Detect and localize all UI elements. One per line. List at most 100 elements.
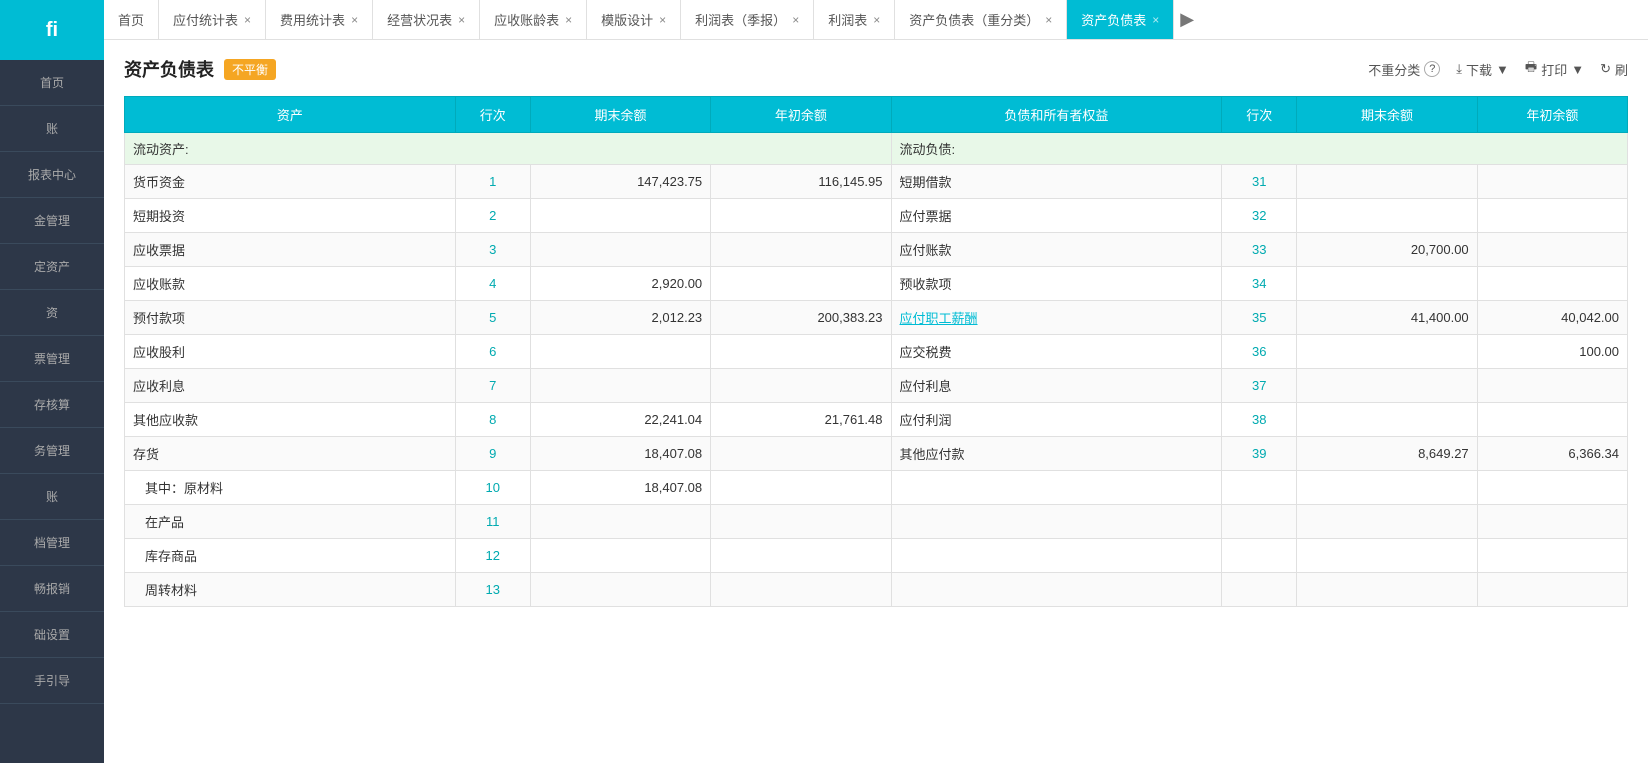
left-start-balance: 21,761.48 (711, 403, 891, 437)
refresh-icon: ↻ (1600, 61, 1611, 77)
page-header: 资产负债表 不平衡 不重分类 ? ⤓ 下载 ▼ 🖶 打印 ▼ (124, 56, 1628, 82)
right-item-name: 短期借款 (891, 165, 1222, 199)
left-row-num: 5 (455, 301, 530, 335)
sidebar-item-fixed-assets[interactable]: 定资产 (0, 244, 104, 290)
sidebar-item-home[interactable]: 首页 (0, 60, 104, 106)
tab-close-receivable-age[interactable]: × (565, 13, 572, 27)
header-liability: 负债和所有者权益 (891, 97, 1222, 133)
table-row: 其中：原材料 10 18,407.08 (125, 471, 1628, 505)
page-title: 资产负债表 (124, 56, 214, 82)
left-row-num: 3 (455, 233, 530, 267)
tab-close-profit[interactable]: × (873, 13, 880, 27)
tab-home[interactable]: 首页 (104, 0, 159, 40)
tab-receivable-age[interactable]: 应收账龄表 × (480, 0, 587, 40)
right-end-balance (1297, 403, 1477, 437)
header-end-balance-right: 期末余额 (1297, 97, 1477, 133)
left-item-name: 应收账款 (125, 267, 456, 301)
right-end-balance: 41,400.00 (1297, 301, 1477, 335)
sidebar-item-invoice-mgmt[interactable]: 票管理 (0, 336, 104, 382)
left-end-balance (530, 369, 710, 403)
print-chevron-icon: ▼ (1571, 62, 1584, 77)
download-icon: ⤓ (1456, 61, 1462, 77)
left-end-balance: 18,407.08 (530, 437, 710, 471)
left-start-balance (711, 335, 891, 369)
table-row: 预付款项 5 2,012.23 200,383.23 应付职工薪酬 35 41,… (125, 301, 1628, 335)
left-row-num: 4 (455, 267, 530, 301)
tab-balance[interactable]: 资产负债表 × (1067, 0, 1174, 40)
left-end-balance (530, 573, 710, 607)
tab-payable-stat[interactable]: 应付统计表 × (159, 0, 266, 40)
download-chevron-icon: ▼ (1496, 62, 1509, 77)
right-item-name: 应付账款 (891, 233, 1222, 267)
right-start-balance (1477, 573, 1627, 607)
table-row: 库存商品 12 (125, 539, 1628, 573)
refresh-button[interactable]: ↻ 刷 (1600, 60, 1628, 79)
no-reclassify-label[interactable]: 不重分类 ? (1368, 60, 1440, 79)
right-item-name: 应付职工薪酬 (891, 301, 1222, 335)
right-row-num: 31 (1222, 165, 1297, 199)
tab-operation[interactable]: 经营状况表 × (373, 0, 480, 40)
right-end-balance (1297, 573, 1477, 607)
table-row: 货币资金 1 147,423.75 116,145.95 短期借款 31 (125, 165, 1628, 199)
left-item-name: 预付款项 (125, 301, 456, 335)
tab-close-template[interactable]: × (659, 13, 666, 27)
right-row-num: 32 (1222, 199, 1297, 233)
left-row-num: 9 (455, 437, 530, 471)
left-end-balance (530, 335, 710, 369)
sidebar-item-resource[interactable]: 资 (0, 290, 104, 336)
sidebar-item-report-center[interactable]: 报表中心 (0, 152, 104, 198)
right-end-balance (1297, 471, 1477, 505)
tab-close-balance[interactable]: × (1152, 13, 1159, 27)
right-row-num (1222, 573, 1297, 607)
balance-sheet-table: 资产 行次 期末余额 年初余额 负债和所有者权益 行次 期末余额 年初余额 流动… (124, 96, 1628, 607)
right-end-balance (1297, 165, 1477, 199)
right-row-num (1222, 471, 1297, 505)
page-actions: 不重分类 ? ⤓ 下载 ▼ 🖶 打印 ▼ ↻ 刷 (1368, 58, 1628, 80)
right-end-balance (1297, 369, 1477, 403)
unbalanced-badge: 不平衡 (224, 59, 276, 80)
category-row: 流动资产: 流动负债: (125, 133, 1628, 165)
right-start-balance (1477, 165, 1627, 199)
tab-close-payable-stat[interactable]: × (244, 13, 251, 27)
sidebar-item-guide[interactable]: 手引导 (0, 658, 104, 704)
right-row-num: 35 (1222, 301, 1297, 335)
sidebar-item-inventory-calc[interactable]: 存核算 (0, 382, 104, 428)
right-start-balance (1477, 539, 1627, 573)
tab-balance-reclassify[interactable]: 资产负债表（重分类） × (895, 0, 1067, 40)
tab-close-operation[interactable]: × (458, 13, 465, 27)
sidebar-item-account[interactable]: 账 (0, 106, 104, 152)
right-item-name (891, 573, 1222, 607)
tab-close-expense-stat[interactable]: × (351, 13, 358, 27)
sidebar-item-tax-mgmt[interactable]: 务管理 (0, 428, 104, 474)
left-item-name: 周转材料 (125, 573, 456, 607)
tab-scroll-right-icon[interactable]: ▶ (1174, 9, 1200, 30)
right-start-balance: 40,042.00 (1477, 301, 1627, 335)
left-item-name: 货币资金 (125, 165, 456, 199)
left-end-balance: 2,920.00 (530, 267, 710, 301)
left-row-num: 7 (455, 369, 530, 403)
left-start-balance (711, 369, 891, 403)
tab-close-balance-reclassify[interactable]: × (1045, 13, 1052, 27)
help-icon[interactable]: ? (1424, 61, 1440, 77)
tab-profit[interactable]: 利润表 × (814, 0, 895, 40)
sidebar-item-fund-mgmt[interactable]: 金管理 (0, 198, 104, 244)
left-item-name: 其他应收款 (125, 403, 456, 437)
left-start-balance: 116,145.95 (711, 165, 891, 199)
right-category-label: 流动负债: (891, 133, 1627, 165)
table-row: 应收利息 7 应付利息 37 (125, 369, 1628, 403)
left-row-num: 11 (455, 505, 530, 539)
sidebar-item-basic-settings[interactable]: 础设置 (0, 612, 104, 658)
tab-close-profit-quarter[interactable]: × (792, 13, 799, 27)
sidebar-item-archive-mgmt[interactable]: 档管理 (0, 520, 104, 566)
tab-expense-stat[interactable]: 费用统计表 × (266, 0, 373, 40)
table-row: 存货 9 18,407.08 其他应付款 39 8,649.27 6,366.3… (125, 437, 1628, 471)
tab-template[interactable]: 模版设计 × (587, 0, 681, 40)
right-item-name (891, 539, 1222, 573)
left-item-name: 应收利息 (125, 369, 456, 403)
download-button[interactable]: ⤓ 下载 ▼ (1456, 60, 1509, 79)
sidebar-item-expense[interactable]: 畅报销 (0, 566, 104, 612)
sidebar-item-ledger[interactable]: 账 (0, 474, 104, 520)
tab-profit-quarter[interactable]: 利润表（季报） × (681, 0, 814, 40)
print-button[interactable]: 🖶 打印 ▼ (1525, 58, 1584, 80)
table-row: 短期投资 2 应付票据 32 (125, 199, 1628, 233)
